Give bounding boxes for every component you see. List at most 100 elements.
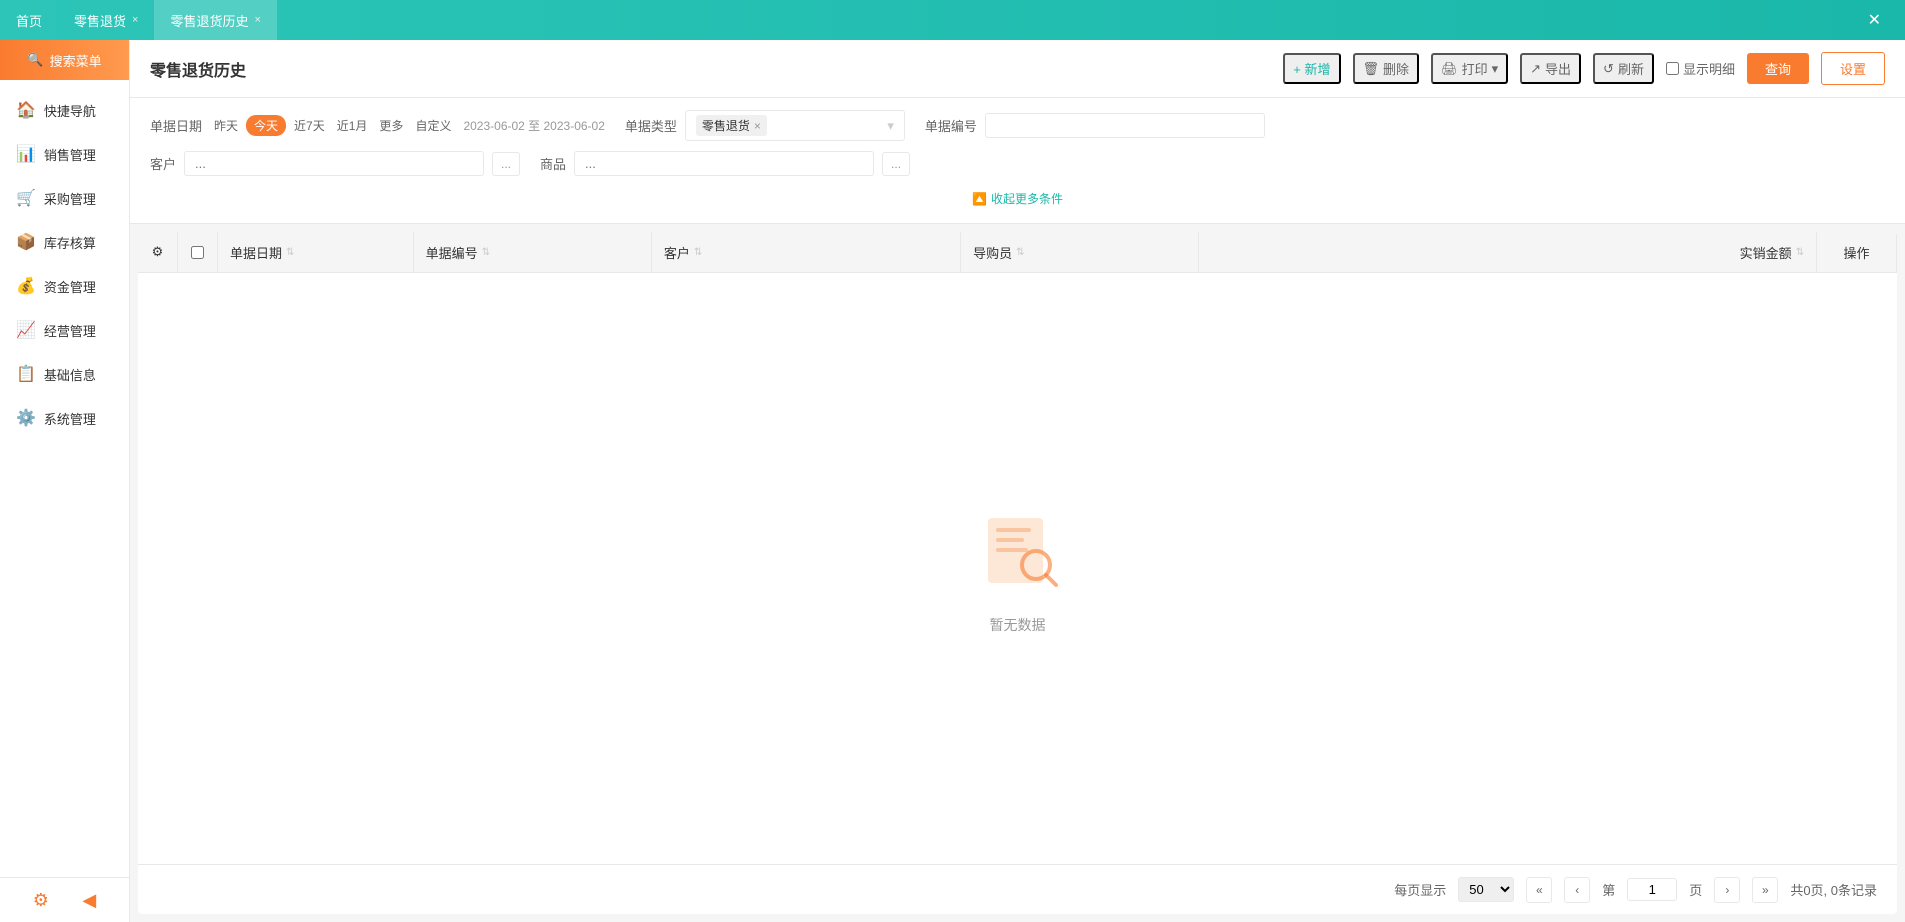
inventory-icon: 📦 — [16, 232, 36, 252]
collapse-button[interactable]: 🔼 收起更多条件 — [968, 186, 1067, 211]
th-guide[interactable]: 导购员 ⇅ — [961, 232, 1199, 272]
query-button[interactable]: 查询 — [1747, 53, 1809, 84]
goods-label: 商品 — [540, 154, 566, 173]
basicinfo-icon: 📋 — [16, 364, 36, 384]
bill-no-label: 单据编号 — [925, 116, 977, 135]
bill-type-tag-text: 零售退货 — [702, 117, 750, 134]
customer-filter-group: 客户 ... — [150, 151, 520, 176]
header-actions: + 新增 🗑 删除 🖨 打印 ▾ ↗ 导出 ↺ 刷新 — [1283, 52, 1885, 85]
sidebar-settings-button[interactable]: ⚙ — [33, 890, 49, 911]
sidebar-item-purchase[interactable]: 🛒 采购管理 — [0, 176, 129, 220]
filter-row-2: 客户 ... 商品 ... — [150, 151, 1885, 176]
bill-type-filter-group: 单据类型 零售退货 × ▾ — [625, 110, 905, 141]
new-button[interactable]: + 新增 — [1283, 53, 1340, 84]
main-content: 零售退货历史 + 新增 🗑 删除 🖨 打印 ▾ ↗ 导出 ↺ — [130, 40, 1905, 922]
next-page-button[interactable]: › — [1714, 877, 1740, 903]
collapse-up-icon: 🔼 — [972, 192, 987, 206]
setting-button[interactable]: 设置 — [1821, 52, 1885, 85]
date-btn-yesterday[interactable]: 昨天 — [210, 115, 242, 136]
goods-input[interactable] — [574, 151, 874, 176]
window-close-button[interactable]: ✕ — [1860, 6, 1889, 34]
search-icon: 🔍 — [27, 52, 43, 68]
date-btn-more[interactable]: 更多 — [375, 115, 407, 136]
sidebar-item-quicknav[interactable]: 🏠 快捷导航 — [0, 88, 129, 132]
th-amount[interactable]: 实销金额 ⇅ — [1650, 232, 1817, 272]
show-detail-checkbox[interactable] — [1666, 62, 1679, 75]
retail-history-tab-close[interactable]: × — [254, 14, 260, 26]
bill-type-select[interactable]: 零售退货 × ▾ — [685, 110, 905, 141]
sidebar-search[interactable]: 🔍 搜索菜单 — [0, 40, 129, 80]
retail-return-tab-label: 零售退货 — [74, 11, 126, 30]
print-button[interactable]: 🖨 打印 ▾ — [1431, 53, 1508, 84]
date-filter-group: 单据日期 昨天 今天 近7天 近1月 更多 自定义 2023-06-02 至 2… — [150, 115, 605, 136]
date-btn-7days[interactable]: 近7天 — [290, 115, 329, 136]
collapse-row: 🔼 收起更多条件 — [150, 186, 1885, 211]
date-shortcuts: 昨天 今天 近7天 近1月 更多 自定义 — [210, 115, 455, 136]
operations-icon: 📈 — [16, 320, 36, 340]
page-suffix: 页 — [1689, 880, 1702, 899]
print-dropdown-icon: ▾ — [1492, 61, 1499, 77]
date-btn-today[interactable]: 今天 — [246, 115, 286, 136]
prev-page-button[interactable]: ‹ — [1564, 877, 1590, 903]
retail-return-tab-close[interactable]: × — [132, 14, 138, 26]
sidebar: 🔍 搜索菜单 🏠 快捷导航 📊 销售管理 🛒 采购管理 📦 库存核算 💰 — [0, 40, 130, 922]
home-tab-label: 首页 — [16, 11, 42, 30]
nav-tab-retail-return[interactable]: 零售退货 × — [58, 0, 154, 40]
nav-tab-retail-history[interactable]: 零售退货历史 × — [154, 0, 276, 40]
home-icon: 🏠 — [16, 100, 36, 120]
date-filter-label: 单据日期 — [150, 116, 202, 135]
customer-input[interactable] — [184, 151, 484, 176]
delete-button[interactable]: 🗑 删除 — [1353, 53, 1420, 84]
export-button[interactable]: ↗ 导出 — [1520, 53, 1581, 84]
nav-tab-home[interactable]: 首页 — [0, 0, 58, 40]
top-nav-right: ✕ — [1860, 6, 1905, 34]
sidebar-item-sales[interactable]: 📊 销售管理 — [0, 132, 129, 176]
sidebar-item-basicinfo[interactable]: 📋 基础信息 — [0, 352, 129, 396]
sidebar-collapse-button[interactable]: ◀ — [82, 890, 96, 911]
th-customer[interactable]: 客户 ⇅ — [652, 232, 961, 272]
sidebar-item-operations[interactable]: 📈 经营管理 — [0, 308, 129, 352]
sidebar-item-label: 销售管理 — [44, 145, 96, 164]
goods-ellipsis-button[interactable]: ... — [882, 152, 910, 176]
page-input[interactable] — [1627, 878, 1677, 901]
empty-state: 暂无数据 — [138, 273, 1897, 864]
nav-tabs: 首页 零售退货 × 零售退货历史 × — [0, 0, 1860, 40]
bill-type-select-arrow: ▾ — [887, 118, 894, 134]
sidebar-search-label: 搜索菜单 — [50, 51, 102, 70]
th-date[interactable]: 单据日期 ⇅ — [218, 232, 414, 272]
date-btn-custom[interactable]: 自定义 — [411, 115, 455, 136]
th-bill-no[interactable]: 单据编号 ⇅ — [414, 232, 652, 272]
page-label: 第 — [1602, 880, 1615, 899]
page-title: 零售退货历史 — [150, 57, 246, 81]
th-bill-no-sort-icon: ⇅ — [482, 247, 490, 258]
customer-label: 客户 — [150, 154, 176, 173]
filter-area: 单据日期 昨天 今天 近7天 近1月 更多 自定义 2023-06-02 至 2… — [130, 98, 1905, 224]
date-btn-1month[interactable]: 近1月 — [333, 115, 372, 136]
th-action: 操作 — [1817, 232, 1897, 272]
th-checkbox[interactable] — [178, 232, 218, 272]
sidebar-item-label: 库存核算 — [44, 233, 96, 252]
sales-icon: 📊 — [16, 144, 36, 164]
sidebar-item-label: 快捷导航 — [44, 101, 96, 120]
export-icon: ↗ — [1530, 61, 1541, 77]
sidebar-item-inventory[interactable]: 📦 库存核算 — [0, 220, 129, 264]
th-amount-sort-icon: ⇅ — [1796, 247, 1804, 258]
th-settings[interactable]: ⚙ — [138, 232, 178, 272]
sidebar-item-finance[interactable]: 💰 资金管理 — [0, 264, 129, 308]
select-all-checkbox[interactable] — [191, 246, 204, 259]
th-date-label: 单据日期 — [230, 243, 282, 262]
first-page-button[interactable]: « — [1526, 877, 1552, 903]
per-page-select[interactable]: 50 100 — [1458, 877, 1514, 902]
settings-icon: ⚙ — [152, 244, 164, 260]
bill-no-input[interactable] — [985, 113, 1265, 138]
sidebar-menu: 🏠 快捷导航 📊 销售管理 🛒 采购管理 📦 库存核算 💰 资金管理 📈 — [0, 80, 129, 877]
top-nav: 首页 零售退货 × 零售退货历史 × ✕ — [0, 0, 1905, 40]
sidebar-item-system[interactable]: ⚙️ 系统管理 — [0, 396, 129, 440]
refresh-button[interactable]: ↺ 刷新 — [1593, 53, 1654, 84]
customer-ellipsis-button[interactable]: ... — [492, 152, 520, 176]
goods-filter-group: 商品 ... — [540, 151, 910, 176]
bill-type-tag-close[interactable]: × — [754, 119, 761, 133]
last-page-button[interactable]: » — [1752, 877, 1778, 903]
refresh-icon: ↺ — [1603, 61, 1614, 77]
show-detail-checkbox-label: 显示明细 — [1666, 59, 1735, 78]
